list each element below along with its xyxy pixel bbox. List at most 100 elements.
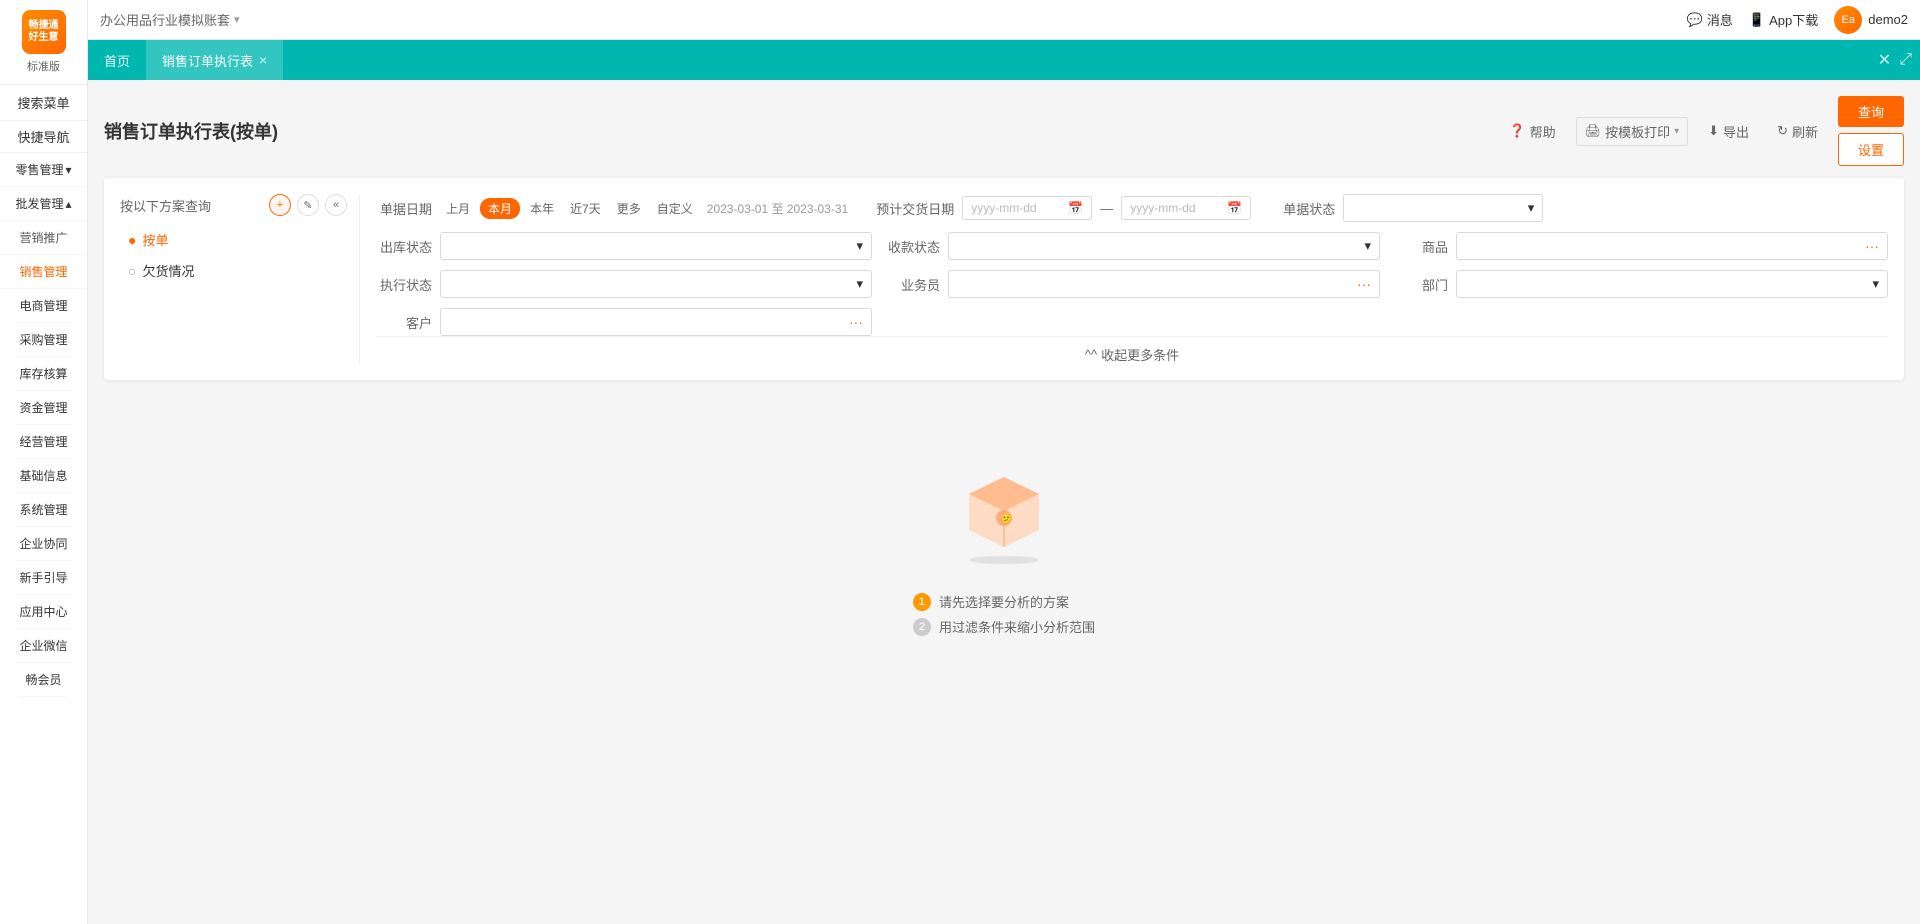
message-label: 消息 <box>1707 10 1733 29</box>
sidebar-item-wholesale[interactable]: 批发管理 ▴ <box>0 187 87 221</box>
topbar-message-btn[interactable]: 💬 消息 <box>1687 10 1733 29</box>
filter-right-panel: 单据日期 上月 本月 本年 近7天 更多 自定义 2023-03-01 至 20… <box>360 194 1888 364</box>
nav-item-order[interactable]: ● 按单 <box>120 226 347 253</box>
topbar-appdownload-btn[interactable]: 📱 App下载 <box>1749 10 1818 29</box>
svg-text:😕: 😕 <box>1000 513 1012 525</box>
salesperson-dots-icon[interactable]: ··· <box>1357 276 1371 292</box>
exec-status-control: ▾ <box>440 270 872 298</box>
avatar-text: Ea <box>1842 14 1855 26</box>
purchase-label: 采购管理 <box>19 331 67 348</box>
sidebar-item-retail[interactable]: 零售管理 ▾ <box>0 153 87 187</box>
query-button[interactable]: 查询 <box>1838 96 1904 127</box>
date-tab-year[interactable]: 本年 <box>524 198 560 219</box>
page-title: 销售订单执行表(按单) <box>104 118 278 144</box>
sidebar-item-inventory[interactable]: 库存核算 <box>15 357 71 391</box>
sidebar-item-ecommerce[interactable]: 电商管理 <box>15 289 71 323</box>
customer-select[interactable]: ··· <box>440 308 872 336</box>
topbar-user[interactable]: Ea demo2 <box>1834 6 1908 34</box>
tabbar-close-btn[interactable]: ✕ <box>1878 50 1891 70</box>
topbar-breadcrumb: 办公用品行业模拟账套 ▾ <box>100 10 1675 29</box>
user-avatar: Ea <box>1834 6 1862 34</box>
sidebar: 畅捷通好生意 标准版 搜索菜单 快捷导航 零售管理 ▾ 批发管理 ▴ 营销推广 … <box>0 0 88 924</box>
sidebar-item-operations[interactable]: 经营管理 <box>15 425 71 459</box>
inventory-label: 库存核算 <box>19 365 67 382</box>
print-template-btn[interactable]: 🖨 按模板打印 ▾ <box>1576 117 1689 146</box>
date-tab-more[interactable]: 更多 <box>611 198 647 219</box>
sidebar-item-appcenter[interactable]: 应用中心 <box>15 595 71 629</box>
topbar: 办公用品行业模拟账套 ▾ 💬 消息 📱 App下载 Ea demo2 <box>88 0 1920 40</box>
tab-sales-exec[interactable]: 销售订单执行表 × <box>146 40 283 80</box>
collection-status-arrow: ▾ <box>1364 238 1371 254</box>
finance-label: 资金管理 <box>19 399 67 416</box>
collection-status-label: 收款状态 <box>884 237 940 256</box>
date-tab-prev[interactable]: 上月 <box>440 198 476 219</box>
tab-home[interactable]: 首页 <box>88 40 146 80</box>
page-header: 销售订单执行表(按单) ❓ 帮助 🖨 按模板打印 ▾ ⬇ 导出 ↻ 刷新 <box>104 96 1904 166</box>
date-separator: — <box>1100 201 1113 216</box>
logo-text-line1: 畅捷通好生意 <box>29 20 59 44</box>
nav-order-label: 按单 <box>142 230 168 249</box>
tab-sales-exec-label: 销售订单执行表 <box>162 51 253 70</box>
sidebar-search[interactable]: 搜索菜单 <box>0 85 87 121</box>
sidebar-item-finance[interactable]: 资金管理 <box>15 391 71 425</box>
date-range-display: 2023-03-01 至 2023-03-31 <box>707 200 848 217</box>
date-tab-7days[interactable]: 近7天 <box>564 198 607 219</box>
system-label: 系统管理 <box>19 501 67 518</box>
filter-panel: 按以下方案查询 + ✎ « ● 按单 ○ <box>104 178 1904 380</box>
tabbar-expand-btn[interactable]: ⤢ <box>1899 51 1912 69</box>
sidebar-item-newuser[interactable]: 新手引导 <box>15 561 71 595</box>
dept-select[interactable]: ▾ <box>1456 270 1888 298</box>
newuser-label: 新手引导 <box>19 569 67 586</box>
dept-arrow: ▾ <box>1872 276 1879 292</box>
edit-scheme-btn[interactable]: ✎ <box>297 194 319 216</box>
expected-date-start[interactable]: yyyy-mm-dd 📅 <box>962 196 1092 220</box>
tab-close-icon[interactable]: × <box>259 52 267 68</box>
sidebar-item-purchase[interactable]: 采购管理 <box>15 323 71 357</box>
step2-num: 2 <box>913 618 931 636</box>
help-btn[interactable]: ❓ 帮助 <box>1501 118 1563 145</box>
export-btn[interactable]: ⬇ 导出 <box>1700 118 1757 145</box>
collection-status-select[interactable]: ▾ <box>948 232 1380 260</box>
add-scheme-btn[interactable]: + <box>269 194 291 216</box>
empty-shadow <box>969 556 1039 564</box>
sidebar-item-wechat[interactable]: 企业微信 <box>15 629 71 663</box>
goods-select[interactable]: ··· <box>1456 232 1888 260</box>
refresh-btn[interactable]: ↻ 刷新 <box>1769 118 1826 145</box>
collapse-more-label: 收起更多条件 <box>1101 345 1179 364</box>
goods-label: 商品 <box>1392 237 1448 256</box>
sidebar-quicknav[interactable]: 快捷导航 <box>0 121 87 153</box>
customer-dots-icon[interactable]: ··· <box>849 314 863 330</box>
sidebar-item-enterprise[interactable]: 企业协同 <box>15 527 71 561</box>
settings-button[interactable]: 设置 <box>1838 133 1904 166</box>
empty-illustration: 😕 <box>944 472 1064 572</box>
calendar-end-icon: 📅 <box>1227 201 1242 215</box>
date-tabs-group: 上月 本月 本年 近7天 更多 自定义 <box>440 198 699 219</box>
sidebar-search-label[interactable]: 搜索菜单 <box>17 96 69 111</box>
help-label: 帮助 <box>1530 122 1556 141</box>
enterprise-label: 企业协同 <box>19 535 67 552</box>
exec-status-select[interactable]: ▾ <box>440 270 872 298</box>
breadcrumb-dropdown-icon[interactable]: ▾ <box>234 13 240 26</box>
calendar-start-icon: 📅 <box>1068 201 1083 215</box>
order-status-select[interactable]: ▾ <box>1343 194 1543 222</box>
out-status-select[interactable]: ▾ <box>440 232 872 260</box>
field-customer: 客户 ··· <box>376 308 872 336</box>
nav-item-backorder[interactable]: ○ 欠货情况 <box>120 257 347 284</box>
step1-text: 请先选择要分析的方案 <box>939 592 1069 611</box>
sidebar-item-sales[interactable]: 销售管理 <box>0 255 87 289</box>
sidebar-item-marketing[interactable]: 营销推广 <box>0 221 87 255</box>
sidebar-item-member[interactable]: 畅会员 <box>21 663 65 697</box>
date-tab-current[interactable]: 本月 <box>480 198 520 219</box>
sidebar-item-basic[interactable]: 基础信息 <box>15 459 71 493</box>
goods-dots-icon[interactable]: ··· <box>1865 238 1879 254</box>
step1-num: 1 <box>913 593 931 611</box>
wholesale-label: 批发管理 <box>15 195 63 212</box>
filter-row2: 出库状态 ▾ 收款状态 <box>376 232 1888 260</box>
date-tab-custom[interactable]: 自定义 <box>651 198 699 219</box>
sidebar-item-system[interactable]: 系统管理 <box>15 493 71 527</box>
out-status-arrow: ▾ <box>856 238 863 254</box>
expected-date-end[interactable]: yyyy-mm-dd 📅 <box>1121 196 1251 220</box>
collapse-panel-btn[interactable]: « <box>325 194 347 216</box>
salesperson-select[interactable]: ··· <box>948 270 1380 298</box>
collapse-more-btn[interactable]: ^^ 收起更多条件 <box>376 336 1888 364</box>
